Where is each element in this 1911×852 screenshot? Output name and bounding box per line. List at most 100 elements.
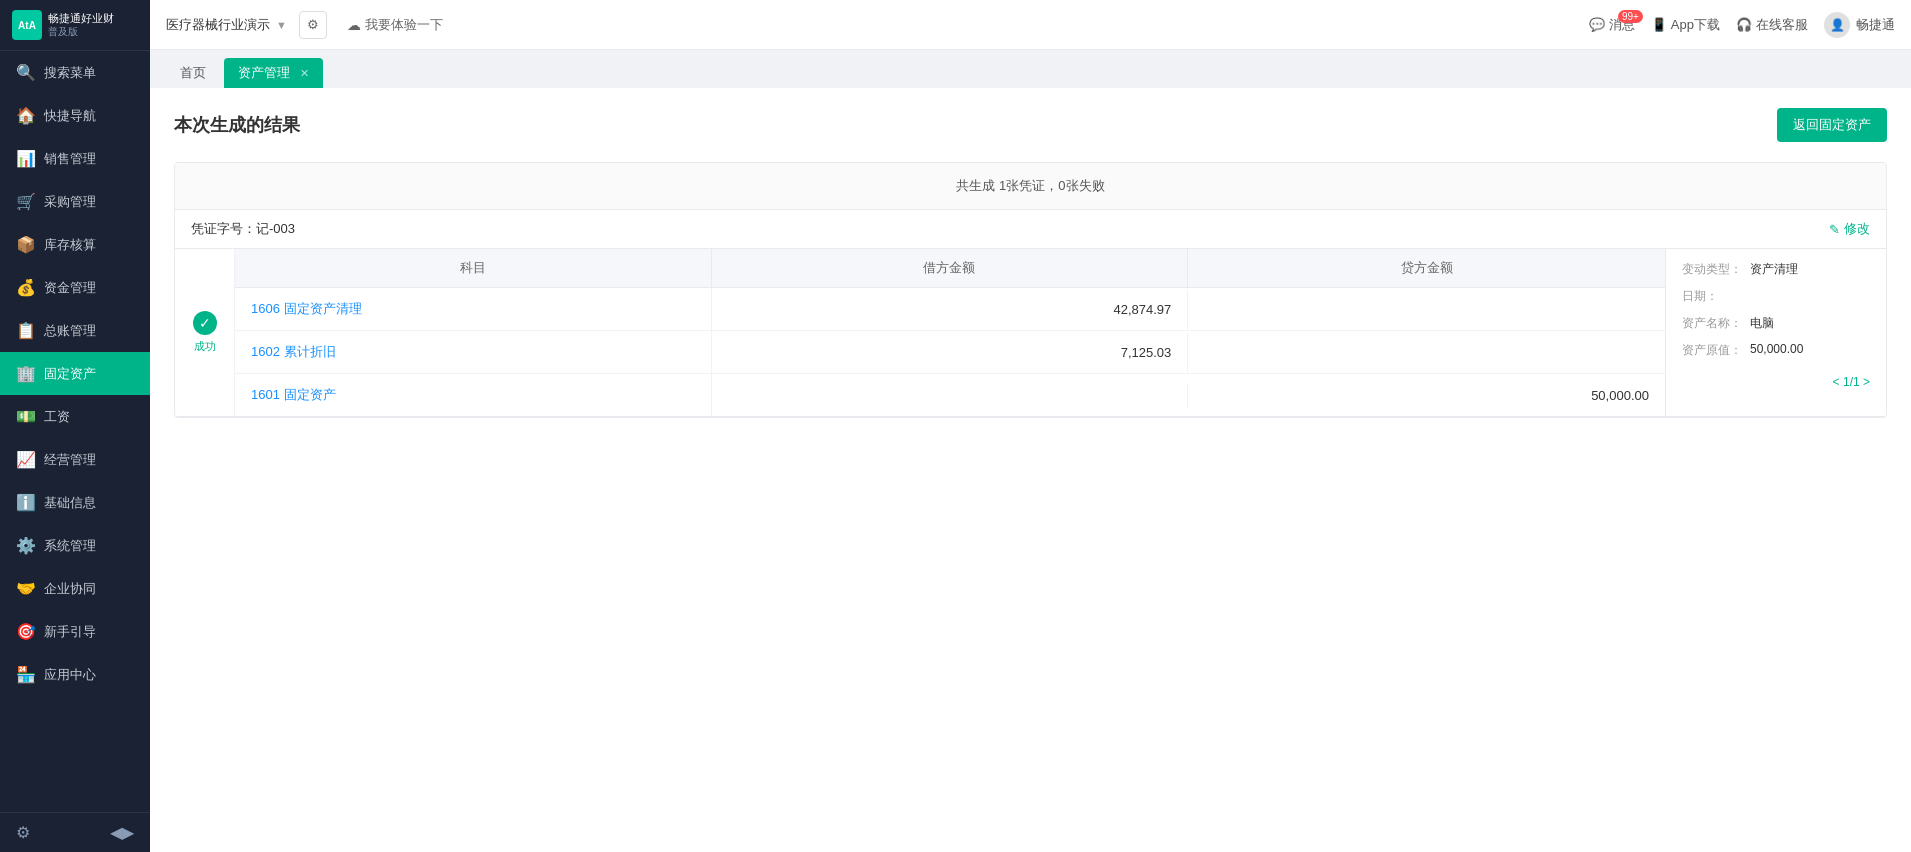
voucher-table: 科目 借方金额 贷方金额 1606 固定资产清理 42,874.97 1602 … <box>235 249 1666 416</box>
edit-button[interactable]: ✎ 修改 <box>1829 220 1870 238</box>
page-header: 本次生成的结果 返回固定资产 <box>174 108 1887 142</box>
coop-icon: 🤝 <box>16 579 34 598</box>
sidebar-item-coop[interactable]: 🤝 企业协同 <box>0 567 150 610</box>
date-row: 日期： <box>1682 288 1870 305</box>
main-area: 医疗器械行业演示 ▼ ⚙ ☁ 我要体验一下 💬 消息 99+ 📱 App下载 🎧… <box>150 0 1911 852</box>
sidebar-item-operation[interactable]: 📈 经营管理 <box>0 438 150 481</box>
system-icon: ⚙️ <box>16 536 34 555</box>
original-value-label: 资产原值： <box>1682 342 1742 359</box>
return-button[interactable]: 返回固定资产 <box>1777 108 1887 142</box>
sidebar-label-inventory: 库存核算 <box>44 236 96 254</box>
experience-button[interactable]: ☁ 我要体验一下 <box>339 12 451 38</box>
sidebar-item-salary[interactable]: 💵工资 <box>0 395 150 438</box>
sidebar-label-purchase: 采购管理 <box>44 193 96 211</box>
sidebar-item-system[interactable]: ⚙️系统管理 <box>0 524 150 567</box>
voucher-body: ✓ 成功 科目 借方金额 贷方金额 1606 固定资产清理 <box>175 249 1886 416</box>
logo-sub: 普及版 <box>48 25 114 39</box>
prev-page-icon[interactable]: < <box>1833 375 1840 389</box>
sidebar-item-capital[interactable]: 💰 资金管理 <box>0 266 150 309</box>
topbar: 医疗器械行业演示 ▼ ⚙ ☁ 我要体验一下 💬 消息 99+ 📱 App下载 🎧… <box>150 0 1911 50</box>
sidebar-item-ledger[interactable]: 📋总账管理 <box>0 309 150 352</box>
fixed-icon: 🏢 <box>16 364 34 383</box>
table-row: 1601 固定资产 50,000.00 <box>235 374 1665 416</box>
next-page-icon[interactable]: > <box>1863 375 1870 389</box>
search-icon: 🔍 <box>16 63 34 82</box>
credit-cell-3: 50,000.00 <box>1188 376 1665 415</box>
sales-icon: 📊 <box>16 149 34 168</box>
capital-icon: 💰 <box>16 278 34 297</box>
user-menu[interactable]: 👤 畅捷通 <box>1824 12 1895 38</box>
app-download-button[interactable]: 📱 App下载 <box>1651 16 1720 34</box>
sidebar-item-quicknav[interactable]: 🏠快捷导航 <box>0 94 150 137</box>
sidebar: AtA 畅捷通好业财 普及版 🔍搜索菜单🏠快捷导航📊销售管理🛒采购管理📦库存核算… <box>0 0 150 852</box>
debit-cell-2: 7,125.03 <box>712 333 1189 372</box>
customer-service-button[interactable]: 🎧 在线客服 <box>1736 16 1808 34</box>
status-text: 成功 <box>194 339 216 354</box>
sidebar-label-capital: 资金管理 <box>44 279 96 297</box>
sidebar-label-guide: 新手引导 <box>44 623 96 641</box>
sidebar-item-guide[interactable]: 🎯 新手引导 <box>0 610 150 653</box>
asset-name-value: 电脑 <box>1750 315 1774 332</box>
operation-icon: 📈 <box>16 450 34 469</box>
logo-text: 畅捷通好业财 <box>48 11 114 25</box>
message-badge: 99+ <box>1618 10 1643 23</box>
credit-cell-1 <box>1188 297 1665 321</box>
sidebar-item-inventory[interactable]: 📦 库存核算 <box>0 223 150 266</box>
voucher-section: 凭证字号：记-003 ✎ 修改 ✓ 成功 <box>175 210 1886 417</box>
sidebar-item-appstore[interactable]: 🏪 应用中心 <box>0 653 150 696</box>
change-type-label: 变动类型： <box>1682 261 1742 278</box>
sidebar-label-search: 搜索菜单 <box>44 64 96 82</box>
subject-cell-1[interactable]: 1606 固定资产清理 <box>235 288 712 330</box>
appstore-icon: 🏪 <box>16 665 34 684</box>
debit-cell-1: 42,874.97 <box>712 290 1189 329</box>
tab-home[interactable]: 首页 <box>166 58 220 88</box>
status-column: ✓ 成功 <box>175 249 235 416</box>
sidebar-label-operation: 经营管理 <box>44 451 96 469</box>
username-label: 畅捷通 <box>1856 16 1895 34</box>
sidebar-item-purchase[interactable]: 🛒采购管理 <box>0 180 150 223</box>
sidebar-label-appstore: 应用中心 <box>44 666 96 684</box>
edit-icon: ✎ <box>1829 222 1840 237</box>
sidebar-item-fixed[interactable]: 🏢 固定资产 <box>0 352 150 395</box>
subject-cell-2[interactable]: 1602 累计折旧 <box>235 331 712 373</box>
ledger-icon: 📋 <box>16 321 34 340</box>
collapse-footer-icon[interactable]: ◀▶ <box>110 823 134 842</box>
subject-cell-3[interactable]: 1601 固定资产 <box>235 374 712 416</box>
sidebar-label-quicknav: 快捷导航 <box>44 107 96 125</box>
company-name: 医疗器械行业演示 <box>166 16 270 34</box>
inventory-icon: 📦 <box>16 235 34 254</box>
gear-icon: ⚙ <box>307 17 319 32</box>
company-arrow-icon: ▼ <box>276 19 287 31</box>
sidebar-item-search[interactable]: 🔍 搜索菜单 <box>0 51 150 94</box>
guide-icon: 🎯 <box>16 622 34 641</box>
tab-asset-management[interactable]: 资产管理 ✕ <box>224 58 323 88</box>
sidebar-item-basic[interactable]: ℹ️基础信息 <box>0 481 150 524</box>
date-label: 日期： <box>1682 288 1718 305</box>
voucher-number: 凭证字号：记-003 <box>191 220 295 238</box>
sidebar-label-sales: 销售管理 <box>44 150 96 168</box>
sidebar-footer: ⚙ ◀▶ <box>0 812 150 852</box>
company-selector[interactable]: 医疗器械行业演示 ▼ <box>166 16 287 34</box>
settings-button[interactable]: ⚙ <box>299 11 327 39</box>
success-icon: ✓ <box>193 311 217 335</box>
sidebar-label-coop: 企业协同 <box>44 580 96 598</box>
table-row: 1602 累计折旧 7,125.03 <box>235 331 1665 374</box>
change-type-row: 变动类型： 资产清理 <box>1682 261 1870 278</box>
credit-cell-2 <box>1188 340 1665 364</box>
tabs-bar: 首页 资产管理 ✕ <box>150 50 1911 88</box>
cloud-icon: ☁ <box>347 17 361 33</box>
topbar-right: 💬 消息 99+ 📱 App下载 🎧 在线客服 👤 畅捷通 <box>1589 12 1895 38</box>
page-title: 本次生成的结果 <box>174 113 300 137</box>
settings-footer-icon[interactable]: ⚙ <box>16 823 30 842</box>
pagination: < 1/1 > <box>1682 369 1870 389</box>
tab-close-icon[interactable]: ✕ <box>300 67 309 79</box>
sidebar-item-sales[interactable]: 📊 销售管理 <box>0 137 150 180</box>
sidebar-label-fixed: 固定资产 <box>44 365 96 383</box>
message-button[interactable]: 💬 消息 99+ <box>1589 16 1635 34</box>
result-area: 共生成 1张凭证，0张失败 凭证字号：记-003 ✎ 修改 ✓ <box>174 162 1887 418</box>
original-value-value: 50,000.00 <box>1750 342 1803 359</box>
page-indicator: 1/1 <box>1843 375 1863 389</box>
change-type-value: 资产清理 <box>1750 261 1798 278</box>
col-credit: 贷方金额 <box>1188 249 1665 287</box>
col-subject: 科目 <box>235 249 712 287</box>
